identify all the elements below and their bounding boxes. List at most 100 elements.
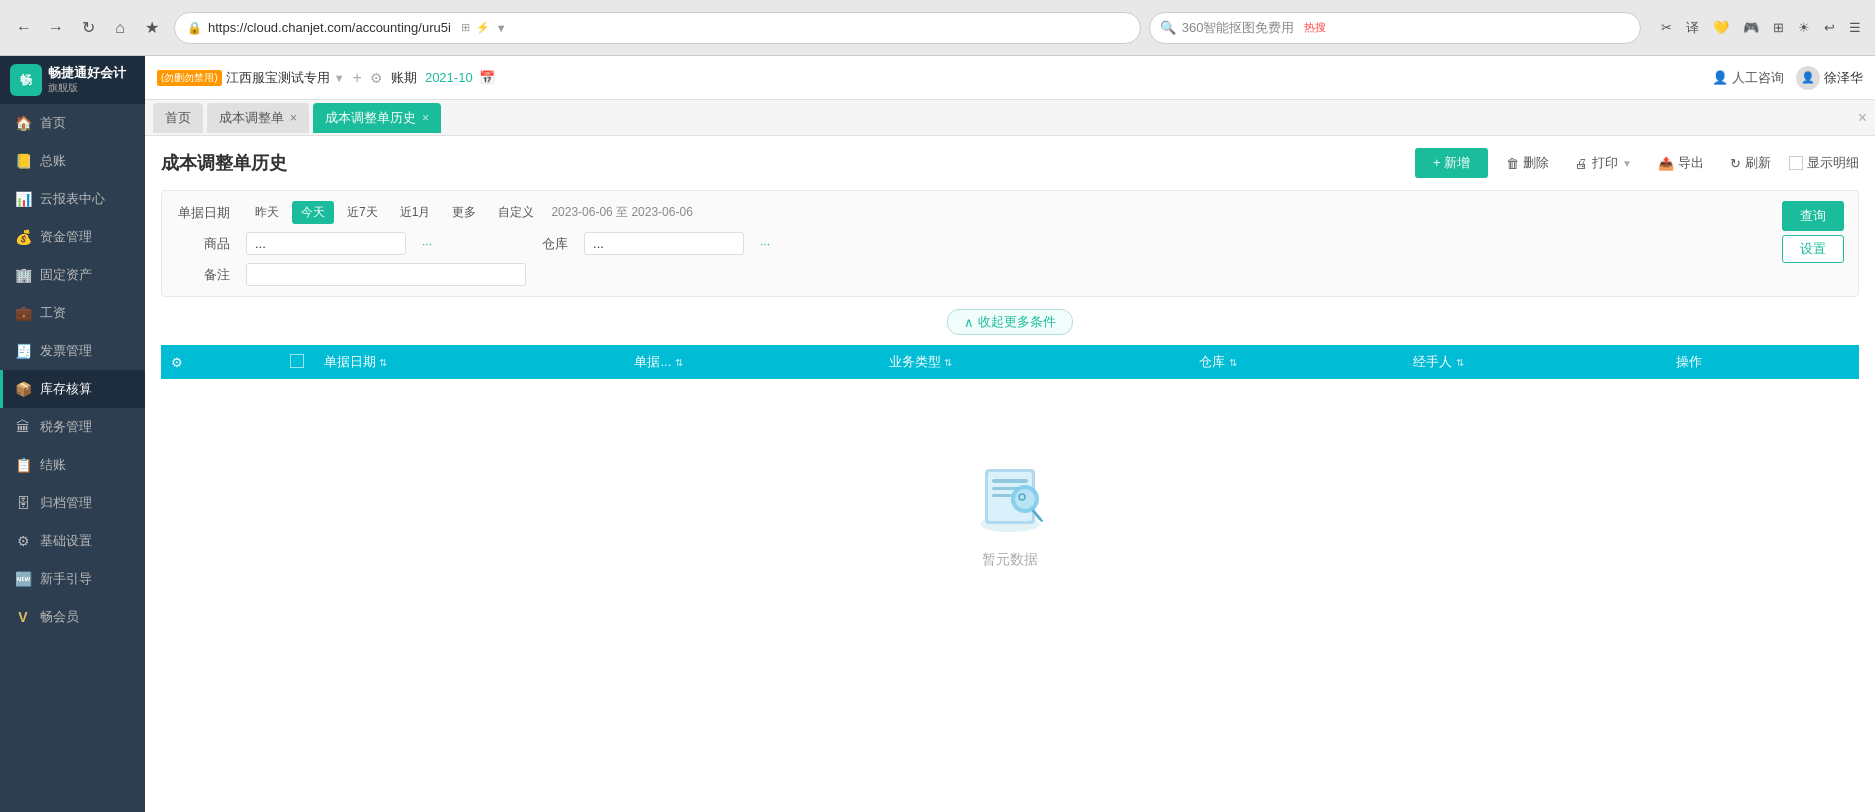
company-selector[interactable]: (勿删勿禁用) 江西服宝测试专用 ▼: [157, 69, 345, 87]
search-icon: 🔍: [1160, 20, 1176, 35]
tab-home[interactable]: 首页: [153, 103, 203, 133]
collapse-button[interactable]: ∧ 收起更多条件: [947, 309, 1073, 335]
topbar-add-icon[interactable]: +: [353, 69, 362, 87]
sidebar-item-ledger[interactable]: 📒 总账: [0, 142, 145, 180]
filter-settings-button[interactable]: 设置: [1782, 235, 1844, 263]
goods-selector[interactable]: ...: [246, 232, 406, 255]
data-table: ⚙ 单据日期 ⇅ 单据... ⇅: [161, 345, 1859, 379]
browser-nav-buttons[interactable]: ← → ↻ ⌂ ★: [10, 14, 166, 42]
sidebar-item-invoice[interactable]: 🧾 发票管理: [0, 332, 145, 370]
sidebar-item-funds[interactable]: 💰 资金管理: [0, 218, 145, 256]
search-bar[interactable]: 🔍 360智能抠图免费用 热搜: [1149, 12, 1641, 44]
th-settings[interactable]: ⚙: [161, 345, 280, 379]
sidebar-label-salary: 工资: [40, 304, 66, 322]
sidebar-item-inventory[interactable]: 📦 库存核算: [0, 370, 145, 408]
sidebar-item-guide[interactable]: 🆕 新手引导: [0, 560, 145, 598]
sidebar-item-membership[interactable]: V 畅会员: [0, 598, 145, 636]
refresh-button[interactable]: ↻: [74, 14, 102, 42]
date-btn-today[interactable]: 今天: [292, 201, 334, 224]
tab-cost-adjustment-history[interactable]: 成本调整单历史 ×: [313, 103, 441, 133]
support-icon: 👤: [1712, 70, 1728, 85]
browser-grid-icon: ⊞: [461, 21, 470, 34]
tab-cost-adjustment-close[interactable]: ×: [290, 112, 297, 124]
brightness-icon[interactable]: ☀: [1794, 16, 1814, 39]
date-btn-custom[interactable]: 自定义: [489, 201, 543, 224]
note-filter-label: 备注: [176, 266, 230, 284]
page-header-actions: + 新增 🗑 删除 🖨 打印 ▼ 📤 导出 ↻: [1415, 148, 1859, 178]
goods-more-icon[interactable]: ···: [422, 237, 432, 251]
sidebar-item-salary[interactable]: 💼 工资: [0, 294, 145, 332]
history-icon[interactable]: ↩: [1820, 16, 1839, 39]
filter-goods-warehouse-row: 商品 ... ··· 仓库 ... ···: [176, 232, 1758, 255]
menu-icon[interactable]: ☰: [1845, 16, 1865, 39]
translate-icon[interactable]: 译: [1682, 15, 1703, 41]
date-range-display: 2023-06-06 至 2023-06-06: [551, 204, 692, 221]
display-checkbox[interactable]: [1789, 156, 1803, 170]
delete-button[interactable]: 🗑 删除: [1498, 150, 1557, 176]
sort-warehouse-icon: ⇅: [1229, 357, 1237, 368]
th-number[interactable]: 单据... ⇅: [624, 345, 878, 379]
print-button[interactable]: 🖨 打印 ▼: [1567, 150, 1640, 176]
topbar-gear-icon[interactable]: ⚙: [370, 70, 383, 86]
sidebar-item-fixed-assets[interactable]: 🏢 固定资产: [0, 256, 145, 294]
settings-icon: ⚙: [171, 355, 183, 370]
grid-icon[interactable]: ⊞: [1769, 16, 1788, 39]
period-selector[interactable]: 账期 2021-10 📅: [391, 69, 495, 87]
filter-date-row: 单据日期 昨天 今天 近7天 近1月 更多 自定义 2023-06-06 至 2…: [176, 201, 1758, 224]
app-container: 畅 畅捷通好会计 旗舰版 🏠 首页 📒 总账 📊 云报表中心 💰 资金管理 🏢 …: [0, 56, 1875, 812]
close-all-tabs-button[interactable]: ×: [1858, 109, 1867, 127]
sort-date-icon: ⇅: [379, 357, 387, 368]
note-input[interactable]: [246, 263, 526, 286]
date-btn-7days[interactable]: 近7天: [338, 201, 387, 224]
home-button[interactable]: ⌂: [106, 14, 134, 42]
sidebar-item-tax[interactable]: 🏛 税务管理: [0, 408, 145, 446]
sidebar-item-closing[interactable]: 📋 结账: [0, 446, 145, 484]
tab-cost-adjustment-history-close[interactable]: ×: [422, 112, 429, 124]
sidebar-item-reports[interactable]: 📊 云报表中心: [0, 180, 145, 218]
goods-selector-text: ...: [255, 236, 266, 251]
sidebar-item-archive[interactable]: 🗄 归档管理: [0, 484, 145, 522]
date-btn-yesterday[interactable]: 昨天: [246, 201, 288, 224]
scissors-icon[interactable]: ✂: [1657, 16, 1676, 39]
user-menu[interactable]: 👤 徐泽华: [1796, 66, 1863, 90]
date-btn-1month[interactable]: 近1月: [391, 201, 440, 224]
tab-cost-adjustment-label: 成本调整单: [219, 109, 284, 127]
support-button[interactable]: 👤 人工咨询: [1712, 69, 1784, 87]
refresh-button[interactable]: ↻ 刷新: [1722, 150, 1779, 176]
main-area: (勿删勿禁用) 江西服宝测试专用 ▼ + ⚙ 账期 2021-10 📅 👤 人工…: [145, 56, 1875, 812]
new-button[interactable]: + 新增: [1415, 148, 1488, 178]
back-button[interactable]: ←: [10, 14, 38, 42]
forward-button[interactable]: →: [42, 14, 70, 42]
sort-operator-icon: ⇅: [1456, 357, 1464, 368]
warehouse-selector[interactable]: ...: [584, 232, 744, 255]
th-checkbox[interactable]: [280, 345, 314, 379]
th-warehouse[interactable]: 仓库 ⇅: [1189, 345, 1403, 379]
tab-cost-adjustment[interactable]: 成本调整单 ×: [207, 103, 309, 133]
warehouse-more-icon[interactable]: ···: [760, 237, 770, 251]
game-icon[interactable]: 🎮: [1739, 16, 1763, 39]
sidebar-label-membership: 畅会员: [40, 608, 79, 626]
date-btn-more[interactable]: 更多: [443, 201, 485, 224]
th-operator[interactable]: 经手人 ⇅: [1403, 345, 1665, 379]
sidebar-label-reports: 云报表中心: [40, 190, 105, 208]
date-buttons: 昨天 今天 近7天 近1月 更多 自定义 2023-06-06 至 2023-0…: [246, 201, 693, 224]
sidebar-item-home[interactable]: 🏠 首页: [0, 104, 145, 142]
th-business-type[interactable]: 业务类型 ⇅: [879, 345, 1190, 379]
topbar-actions: 👤 人工咨询 👤 徐泽华: [1712, 66, 1863, 90]
bookmark-button[interactable]: ★: [138, 14, 166, 42]
wallet-icon[interactable]: 💛: [1709, 16, 1733, 39]
address-bar[interactable]: 🔒 https://cloud.chanjet.com/accounting/u…: [174, 12, 1141, 44]
company-name: 江西服宝测试专用: [226, 69, 330, 87]
select-all-checkbox[interactable]: [290, 354, 304, 368]
refresh-icon: ↻: [1730, 156, 1741, 171]
support-label: 人工咨询: [1732, 69, 1784, 87]
th-date[interactable]: 单据日期 ⇅: [314, 345, 625, 379]
calendar-icon: 📅: [479, 70, 495, 85]
display-toggle-label: 显示明细: [1807, 154, 1859, 172]
lock-icon: 🔒: [187, 21, 202, 35]
display-toggle[interactable]: 显示明细: [1789, 154, 1859, 172]
sidebar-item-base-settings[interactable]: ⚙ 基础设置: [0, 522, 145, 560]
query-button[interactable]: 查询: [1782, 201, 1844, 231]
th-business-type-label: 业务类型: [889, 354, 941, 369]
export-button[interactable]: 📤 导出: [1650, 150, 1712, 176]
